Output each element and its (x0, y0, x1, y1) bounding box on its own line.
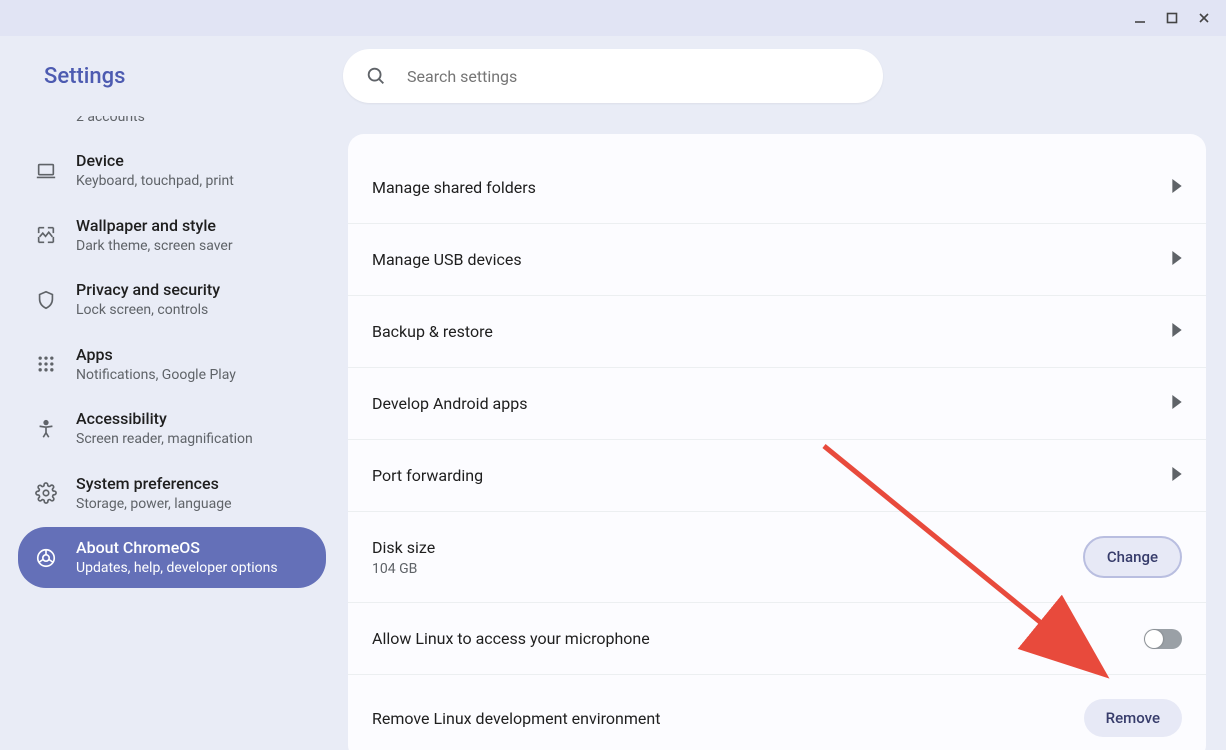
chevron-right-icon (1172, 322, 1182, 341)
sidebar-item-label: System preferences (76, 473, 232, 495)
row-label: Allow Linux to access your microphone (372, 629, 1144, 648)
chrome-icon (32, 544, 60, 572)
gear-icon (32, 479, 60, 507)
sidebar-item-label: Device (76, 150, 234, 172)
row-remove-linux: Remove Linux development environment Rem… (348, 675, 1206, 750)
row-label: Backup & restore (372, 322, 1172, 341)
sidebar-item-label: Accessibility (76, 408, 253, 430)
chevron-right-icon (1172, 466, 1182, 485)
change-button[interactable]: Change (1083, 536, 1182, 578)
sidebar-item-sub: Notifications, Google Play (76, 366, 236, 385)
close-icon (1198, 12, 1210, 24)
minimize-icon (1133, 11, 1147, 25)
sidebar-item-wallpaper[interactable]: Wallpaper and styleDark theme, screen sa… (18, 205, 326, 265)
wallpaper-icon (32, 221, 60, 249)
face-icon (32, 116, 60, 120)
window-maximize-button[interactable] (1158, 4, 1186, 32)
main-content: Manage shared folders Manage USB devices… (344, 116, 1226, 750)
sidebar-item-sub: Keyboard, touchpad, print (76, 172, 234, 191)
row-port-forwarding[interactable]: Port forwarding (348, 440, 1206, 512)
accessibility-icon (32, 415, 60, 443)
sidebar-item-accessibility[interactable]: AccessibilityScreen reader, magnificatio… (18, 398, 326, 458)
sidebar-item-device[interactable]: DeviceKeyboard, touchpad, print (18, 140, 326, 200)
laptop-icon (32, 157, 60, 185)
sidebar-item-accounts[interactable]: Accounts2 accounts (18, 116, 326, 136)
sidebar-item-sub: Updates, help, developer options (76, 559, 278, 578)
sidebar-item-privacy[interactable]: Privacy and securityLock screen, control… (18, 269, 326, 329)
sidebar-item-sub: Dark theme, screen saver (76, 237, 233, 256)
row-label: Remove Linux development environment (372, 709, 1084, 728)
row-label: Manage shared folders (372, 178, 1172, 197)
sidebar: Accounts2 accounts DeviceKeyboard, touch… (0, 116, 344, 750)
sidebar-item-label: Wallpaper and style (76, 215, 233, 237)
remove-button[interactable]: Remove (1084, 699, 1182, 737)
row-allow-microphone: Allow Linux to access your microphone (348, 603, 1206, 675)
row-manage-shared-folders[interactable]: Manage shared folders (348, 152, 1206, 224)
shield-icon (32, 286, 60, 314)
row-label: Disk size (372, 538, 1083, 557)
chevron-right-icon (1172, 394, 1182, 413)
row-disk-size: Disk size 104 GB Change (348, 512, 1206, 603)
sidebar-item-label: Apps (76, 344, 236, 366)
search-icon (365, 65, 387, 87)
row-sub: 104 GB (372, 561, 1083, 577)
titlebar (0, 0, 1226, 36)
sidebar-item-sub: 2 accounts (76, 116, 145, 126)
sidebar-item-label: Privacy and security (76, 279, 220, 301)
sidebar-item-about-chromeos[interactable]: About ChromeOSUpdates, help, developer o… (18, 527, 326, 587)
sidebar-item-system-preferences[interactable]: System preferencesStorage, power, langua… (18, 463, 326, 523)
search-input[interactable] (407, 67, 861, 86)
header: Settings (0, 36, 1226, 116)
layout: Accounts2 accounts DeviceKeyboard, touch… (0, 116, 1226, 750)
settings-card: Manage shared folders Manage USB devices… (348, 134, 1206, 750)
sidebar-item-label: About ChromeOS (76, 537, 278, 559)
row-manage-usb-devices[interactable]: Manage USB devices (348, 224, 1206, 296)
window-minimize-button[interactable] (1126, 4, 1154, 32)
row-label: Manage USB devices (372, 250, 1172, 269)
sidebar-item-sub: Screen reader, magnification (76, 430, 253, 449)
chevron-right-icon (1172, 178, 1182, 197)
chevron-right-icon (1172, 250, 1182, 269)
apps-icon (32, 350, 60, 378)
row-label: Port forwarding (372, 466, 1172, 485)
microphone-toggle[interactable] (1144, 629, 1182, 649)
page-title: Settings (44, 64, 125, 89)
sidebar-item-sub: Lock screen, controls (76, 301, 220, 320)
search-field[interactable] (343, 49, 883, 103)
sidebar-item-apps[interactable]: AppsNotifications, Google Play (18, 334, 326, 394)
row-develop-android-apps[interactable]: Develop Android apps (348, 368, 1206, 440)
maximize-icon (1166, 12, 1178, 24)
row-label: Develop Android apps (372, 394, 1172, 413)
window-close-button[interactable] (1190, 4, 1218, 32)
sidebar-item-sub: Storage, power, language (76, 495, 232, 514)
row-backup-restore[interactable]: Backup & restore (348, 296, 1206, 368)
